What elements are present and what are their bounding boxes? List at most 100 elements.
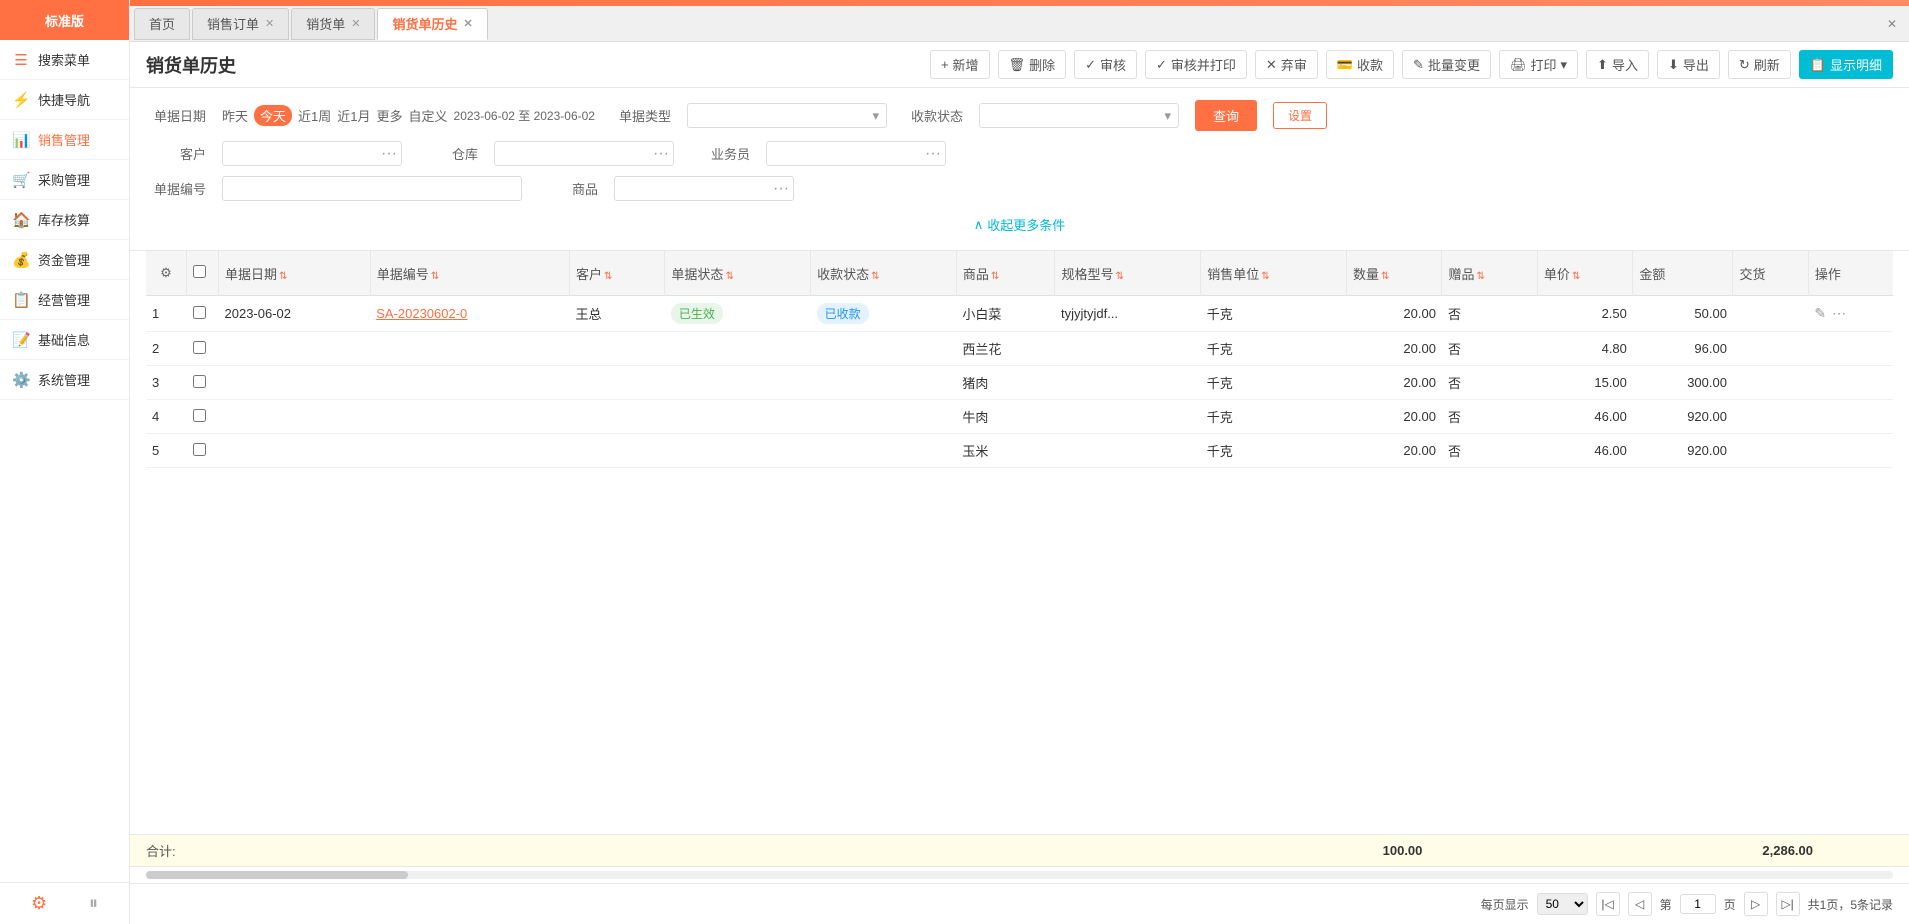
- row-checkbox[interactable]: [193, 409, 206, 422]
- sidebar-item-inventory[interactable]: 🏠 库存核算: [0, 200, 129, 240]
- type-select[interactable]: [687, 103, 887, 128]
- col-customer[interactable]: 客户⇅: [569, 251, 664, 296]
- sidebar-item-operations[interactable]: 📋 经营管理: [0, 280, 129, 320]
- col-qty[interactable]: 数量⇅: [1346, 251, 1441, 296]
- col-amount[interactable]: 金额: [1633, 251, 1733, 296]
- batch-change-button[interactable]: ✎ 批量变更: [1402, 50, 1491, 79]
- today-shortcut[interactable]: 今天: [254, 105, 292, 126]
- prev-page-button[interactable]: ◁: [1628, 892, 1652, 916]
- edit-action-icon[interactable]: ✎: [1814, 305, 1826, 322]
- col-pay-status[interactable]: 收款状态⇅: [811, 251, 957, 296]
- collapse-filter-button[interactable]: ∧ 收起更多条件: [974, 211, 1066, 238]
- col-price[interactable]: 单价⇅: [1537, 251, 1632, 296]
- tab-sales-order[interactable]: 销售订单 ✕: [192, 8, 289, 40]
- print-button[interactable]: 🖨 打印 ▾: [1499, 50, 1578, 79]
- salesperson-input[interactable]: [771, 142, 925, 165]
- close-sales-order-tab-icon[interactable]: ✕: [265, 17, 274, 30]
- abandon-button[interactable]: ✕ 弃审: [1255, 50, 1318, 79]
- col-transaction[interactable]: 交货: [1733, 251, 1808, 296]
- sidebar-item-basic[interactable]: 📝 基础信息: [0, 320, 129, 360]
- sidebar: 标准版 ☰ 搜索菜单 ⚡ 快捷导航 📊 销售管理 🛒 采购管理 🏠 库存核算 💰…: [0, 0, 130, 924]
- cell-checkbox[interactable]: [187, 434, 219, 468]
- more-shortcut[interactable]: 更多: [377, 106, 403, 125]
- audit-print-button[interactable]: ✓ 审核并打印: [1145, 50, 1247, 79]
- cell-checkbox[interactable]: [187, 366, 219, 400]
- col-product[interactable]: 商品⇅: [956, 251, 1055, 296]
- table-row: 2 西兰花 千克 20.00 否 4.80 96.00: [146, 332, 1893, 366]
- main-area: 首页 销售订单 ✕ 销货单 ✕ 销货单历史 ✕ ✕ 销货单历史 + 新增 🗑: [130, 0, 1909, 924]
- sidebar-item-search[interactable]: ☰ 搜索菜单: [0, 40, 129, 80]
- col-checkbox[interactable]: [187, 251, 219, 296]
- col-gear[interactable]: ⚙: [146, 251, 187, 296]
- product-input[interactable]: [619, 177, 773, 200]
- cell-checkbox[interactable]: [187, 296, 219, 332]
- col-billno[interactable]: 单据编号⇅: [370, 251, 569, 296]
- query-button[interactable]: 查询: [1195, 100, 1257, 131]
- next-page-button[interactable]: ▷: [1744, 892, 1768, 916]
- col-action: 操作: [1808, 251, 1893, 296]
- col-spec[interactable]: 规格型号⇅: [1055, 251, 1201, 296]
- row-checkbox[interactable]: [193, 306, 206, 319]
- table-row: 3 猪肉 千克 20.00 否 15.00 300.00: [146, 366, 1893, 400]
- sort-pay-status-icon: ⇅: [871, 271, 879, 282]
- cell-checkbox[interactable]: [187, 400, 219, 434]
- sidebar-item-fund[interactable]: 💰 资金管理: [0, 240, 129, 280]
- import-button[interactable]: ⬆ 导入: [1586, 50, 1649, 79]
- sidebar-item-purchase[interactable]: 🛒 采购管理: [0, 160, 129, 200]
- last-page-button[interactable]: ▷|: [1776, 892, 1800, 916]
- yesterday-shortcut[interactable]: 昨天: [222, 106, 248, 125]
- cell-customer: [569, 366, 664, 400]
- filter-row-2: 客户 ··· 仓库 ··· 业务员 ···: [146, 141, 1893, 166]
- custom-shortcut[interactable]: 自定义: [409, 106, 448, 125]
- customer-input[interactable]: [227, 142, 381, 165]
- page-input[interactable]: [1680, 894, 1716, 914]
- settings-bottom-icon[interactable]: ⚙: [31, 893, 47, 914]
- cell-bill-status: [665, 400, 811, 434]
- settings-button[interactable]: 设置: [1273, 102, 1327, 129]
- col-gift[interactable]: 赠品⇅: [1442, 251, 1537, 296]
- first-page-button[interactable]: |◁: [1596, 892, 1620, 916]
- pay-status-select[interactable]: [979, 103, 1179, 128]
- refresh-button[interactable]: ↻ 刷新: [1728, 50, 1791, 79]
- tab-home[interactable]: 首页: [134, 8, 190, 40]
- tab-sales-delivery[interactable]: 销货单 ✕: [291, 8, 375, 40]
- select-all-checkbox[interactable]: [193, 265, 206, 278]
- col-bill-status[interactable]: 单据状态⇅: [665, 251, 811, 296]
- pause-icon[interactable]: ⏸: [89, 893, 98, 914]
- collect-button[interactable]: 💳 收款: [1326, 50, 1394, 79]
- export-button[interactable]: ⬇ 导出: [1657, 50, 1720, 79]
- more-action-icon[interactable]: ⋯: [1832, 305, 1846, 322]
- customer-label: 客户: [146, 144, 206, 163]
- row-checkbox[interactable]: [193, 443, 206, 456]
- col-unit[interactable]: 销售单位⇅: [1201, 251, 1347, 296]
- close-all-tabs-button[interactable]: ✕: [1879, 15, 1905, 33]
- product-dots-icon[interactable]: ···: [773, 180, 789, 198]
- billno-input[interactable]: [222, 176, 522, 201]
- last1m-shortcut[interactable]: 近1月: [337, 106, 370, 125]
- date-shortcuts: 昨天 今天 近1周 近1月 更多 自定义 2023-06-02 至 2023-0…: [222, 105, 595, 126]
- col-date[interactable]: 单据日期⇅: [219, 251, 371, 296]
- sidebar-item-system[interactable]: ⚙️ 系统管理: [0, 360, 129, 400]
- row-checkbox[interactable]: [193, 375, 206, 388]
- close-sales-history-tab-icon[interactable]: ✕: [464, 17, 473, 30]
- delete-button[interactable]: 🗑 删除: [998, 50, 1067, 79]
- sidebar-item-sales[interactable]: 📊 销售管理: [0, 120, 129, 160]
- audit-button[interactable]: ✓ 审核: [1074, 50, 1137, 79]
- cell-checkbox[interactable]: [187, 332, 219, 366]
- warehouse-input[interactable]: [499, 142, 653, 165]
- close-sales-delivery-tab-icon[interactable]: ✕: [351, 17, 360, 30]
- show-details-button[interactable]: 📋 显示明细: [1799, 50, 1893, 79]
- cell-price: 2.50: [1537, 296, 1632, 332]
- sidebar-item-quick[interactable]: ⚡ 快捷导航: [0, 80, 129, 120]
- billno-link[interactable]: SA-20230602-0: [376, 306, 467, 321]
- customer-dots-icon[interactable]: ···: [381, 145, 397, 163]
- tab-sales-history[interactable]: 销货单历史 ✕: [377, 8, 487, 40]
- warehouse-dots-icon[interactable]: ···: [653, 145, 669, 163]
- import-icon: ⬆: [1597, 57, 1608, 73]
- last7-shortcut[interactable]: 近1周: [298, 106, 331, 125]
- salesperson-dots-icon[interactable]: ···: [925, 145, 941, 163]
- scroll-thumb[interactable]: [146, 871, 408, 879]
- new-button[interactable]: + 新增: [930, 50, 990, 79]
- row-checkbox[interactable]: [193, 341, 206, 354]
- page-size-select[interactable]: 50 100: [1537, 893, 1588, 915]
